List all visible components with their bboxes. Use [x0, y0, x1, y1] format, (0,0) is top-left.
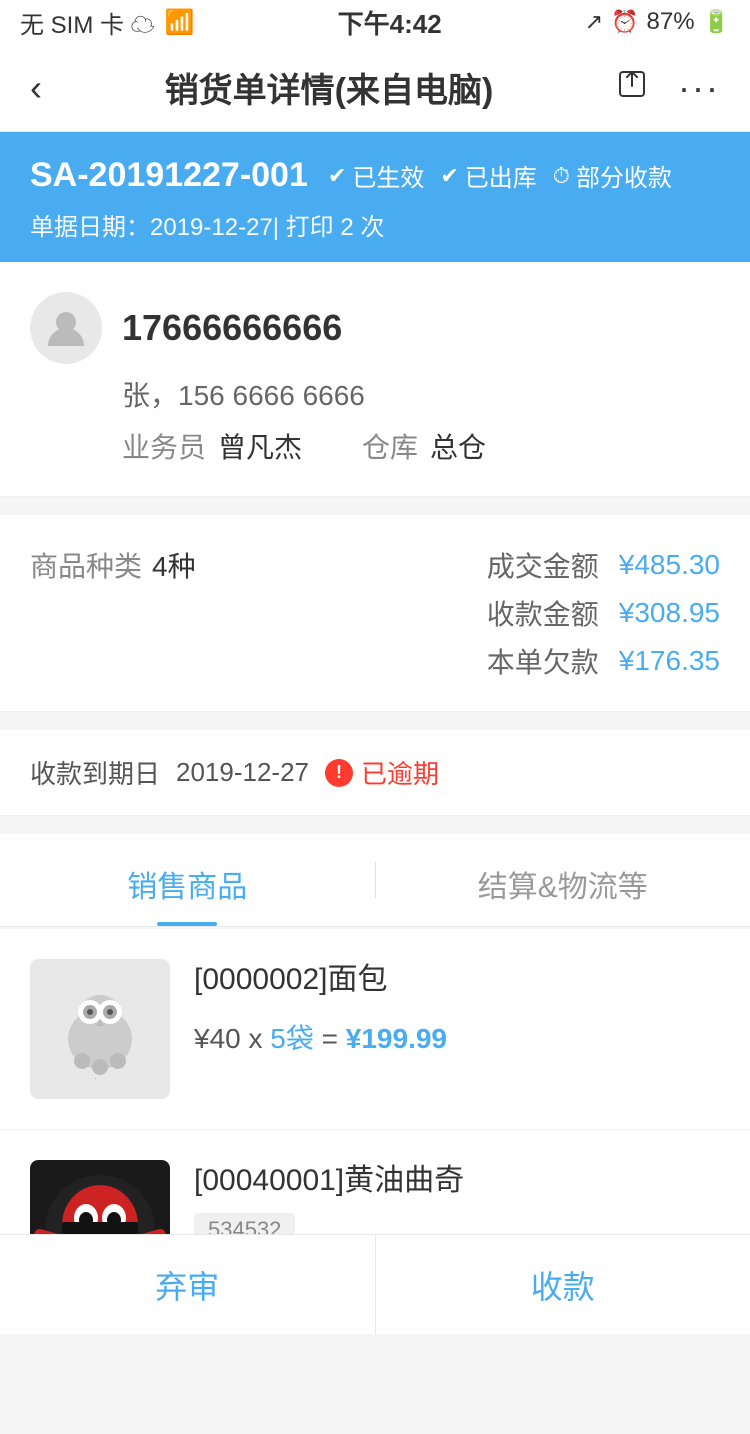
deal-amount-value: ¥485.30 — [619, 549, 720, 581]
status-bar: 无 SIM 卡 ☁ 📶 下午4:42 ↗ ⏰ 87% 🔋 — [0, 0, 750, 44]
product-qty-1: 5袋 — [270, 1023, 314, 1054]
status-time: 下午4:42 — [338, 4, 442, 41]
owed-amount-row: 本单欠款 ¥176.35 — [487, 641, 720, 681]
stats-grid: 商品种类 4种 成交金额 ¥485.30 收款金额 ¥308.95 本单欠款 ¥… — [30, 545, 720, 681]
header-banner: SA-20191227-001 ✔ 已生效 ✔ 已出库 ⏱ 部分收款 单据日期：… — [0, 132, 750, 262]
received-label: 收款金额 — [487, 593, 599, 633]
location-icon: ↗ — [585, 9, 603, 35]
product-item: 鱼+ [0000002]面包 ¥40 x 5袋 = ¥199.99 — [0, 929, 750, 1130]
stats-section: 商品种类 4种 成交金额 ¥485.30 收款金额 ¥308.95 本单欠款 ¥… — [0, 515, 750, 712]
customer-top: 17666666666 — [30, 292, 720, 364]
salesperson-info: 业务员 曾凡杰 — [122, 426, 302, 466]
battery-text: 87% — [647, 8, 695, 36]
warehouse-value: 总仓 — [430, 426, 486, 466]
salesperson-label: 业务员 — [122, 426, 206, 466]
product-types-value: 4种 — [152, 545, 196, 585]
customer-phone: 17666666666 — [122, 307, 342, 349]
owed-label: 本单欠款 — [487, 641, 599, 681]
check-icon-2: ✔ — [440, 163, 458, 189]
avatar — [30, 292, 102, 364]
banner-date: 单据日期：2019-12-27| 打印 2 次 — [30, 207, 720, 242]
product-name-1: [0000002]面包 — [194, 959, 720, 1001]
due-date-section: 收款到期日 2019-12-27 ! 已逾期 — [0, 730, 750, 816]
stats-left: 商品种类 4种 — [30, 545, 196, 585]
customer-section: 17666666666 张，156 6666 6666 业务员 曾凡杰 仓库 总… — [0, 262, 750, 497]
more-button[interactable]: ··· — [678, 67, 720, 109]
wifi-icon: 📶 — [165, 8, 195, 37]
navigation-bar: ‹ 销货单详情(来自电脑) ··· — [0, 44, 750, 132]
alarm-icon: ⏰ — [611, 9, 638, 35]
svg-text:鱼+: 鱼+ — [92, 1077, 108, 1079]
status-left: 无 SIM 卡 ☁ 📶 — [20, 5, 195, 40]
share-button[interactable] — [616, 68, 648, 108]
product-thumbnail-1: 鱼+ — [30, 959, 170, 1099]
battery-icon: 🔋 — [703, 9, 730, 35]
status-right: ↗ ⏰ 87% 🔋 — [585, 8, 730, 36]
overdue-badge: ! 已逾期 — [325, 754, 439, 791]
clock-icon: ⏱ — [553, 163, 570, 189]
check-icon-1: ✔ — [328, 163, 346, 189]
status-effective: ✔ 已生效 — [328, 158, 424, 193]
bottom-bar: 弃审 收款 — [0, 1234, 750, 1334]
product-types: 商品种类 4种 — [30, 545, 196, 585]
nav-actions: ··· — [616, 67, 720, 109]
warehouse-label: 仓库 — [362, 426, 418, 466]
page-title: 销货单详情(来自电脑) — [165, 63, 494, 112]
tabs-section: 销售商品 结算&物流等 — [0, 834, 750, 927]
received-amount-row: 收款金额 ¥308.95 — [487, 593, 720, 633]
warehouse-info: 仓库 总仓 — [362, 426, 486, 466]
back-button[interactable]: ‹ — [30, 67, 42, 109]
customer-contact: 张，156 6666 6666 — [122, 374, 720, 414]
status-tags: ✔ 已生效 ✔ 已出库 ⏱ 部分收款 — [328, 158, 672, 193]
customer-meta: 业务员 曾凡杰 仓库 总仓 — [122, 426, 720, 466]
signal-text: 无 SIM 卡 ☁ — [20, 5, 155, 40]
due-date-label: 收款到期日 — [30, 754, 160, 791]
product-info-1: [0000002]面包 ¥40 x 5袋 = ¥199.99 — [194, 959, 720, 1057]
deal-amount-label: 成交金额 — [487, 545, 599, 585]
product-price-1: ¥40 x 5袋 = ¥199.99 — [194, 1017, 720, 1057]
overdue-icon: ! — [325, 759, 353, 787]
equals-1: = — [314, 1023, 346, 1054]
cancel-review-button[interactable]: 弃审 — [0, 1235, 376, 1334]
owed-value: ¥176.35 — [619, 645, 720, 677]
banner-top: SA-20191227-001 ✔ 已生效 ✔ 已出库 ⏱ 部分收款 — [30, 156, 720, 195]
due-date-value: 2019-12-27 — [176, 757, 309, 788]
product-name-2: [00040001]黄油曲奇 — [194, 1160, 720, 1202]
tabs-row: 销售商品 结算&物流等 — [0, 834, 750, 926]
tab-settlement[interactable]: 结算&物流等 — [376, 834, 750, 926]
received-value: ¥308.95 — [619, 597, 720, 629]
status-shipped: ✔ 已出库 — [440, 158, 536, 193]
overdue-text: 已逾期 — [361, 754, 439, 791]
product-types-label: 商品种类 — [30, 545, 142, 585]
product-base-price-1: ¥40 x — [194, 1023, 270, 1054]
product-total-1: ¥199.99 — [346, 1023, 447, 1054]
deal-amount-row: 成交金额 ¥485.30 — [487, 545, 720, 585]
salesperson-value: 曾凡杰 — [218, 426, 302, 466]
order-id: SA-20191227-001 — [30, 156, 308, 195]
tab-sales-products[interactable]: 销售商品 — [0, 834, 375, 926]
payment-button[interactable]: 收款 — [376, 1235, 750, 1334]
stats-right: 成交金额 ¥485.30 收款金额 ¥308.95 本单欠款 ¥176.35 — [487, 545, 720, 681]
status-partial-payment: ⏱ 部分收款 — [553, 158, 672, 193]
